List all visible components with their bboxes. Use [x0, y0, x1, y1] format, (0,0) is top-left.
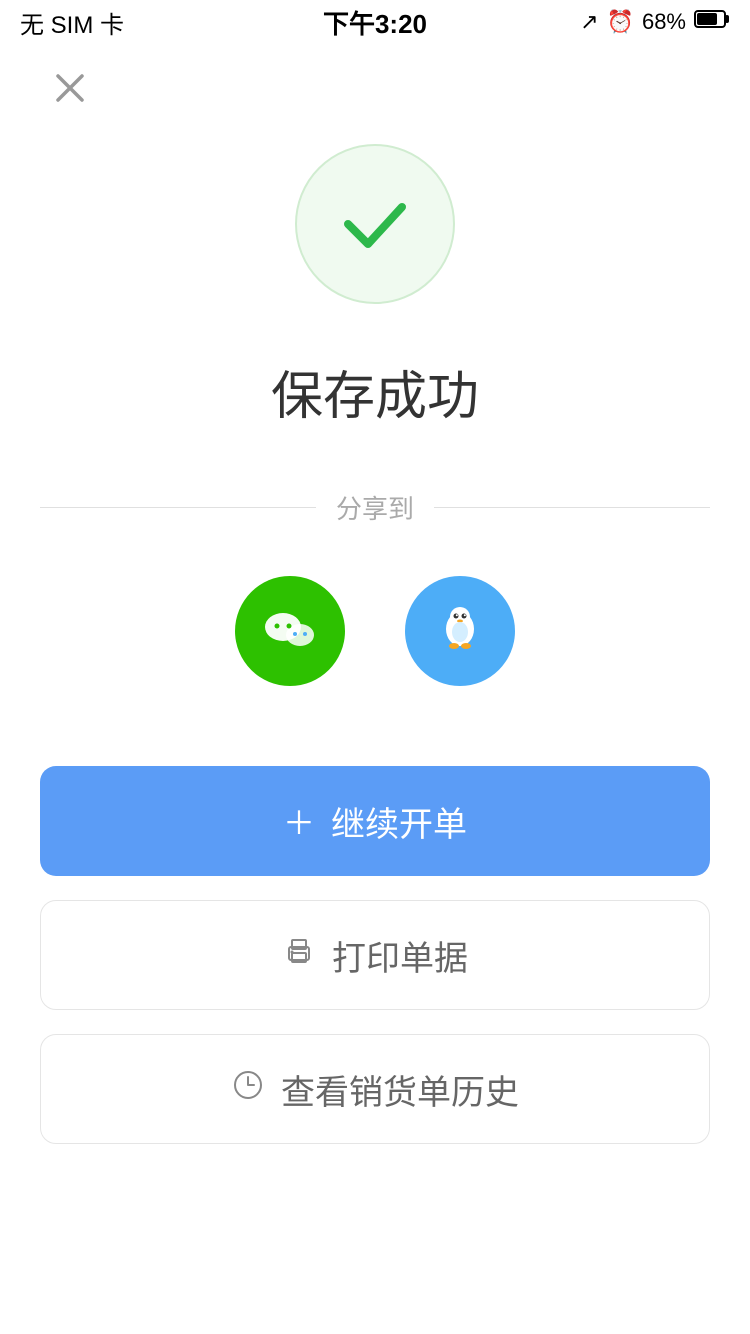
divider-left [40, 507, 316, 508]
continue-order-button[interactable]: ＋ 继续开单 [40, 766, 710, 876]
carrier-text: 无 SIM 卡 [20, 5, 124, 40]
share-divider: 分享到 [40, 489, 710, 526]
success-icon-circle [295, 144, 455, 304]
history-label: 查看销货单历史 [281, 1065, 519, 1114]
clock-icon [231, 1068, 265, 1110]
location-icon: ↗ [580, 9, 598, 35]
status-left: 无 SIM 卡 [20, 5, 132, 40]
share-icons-container [40, 576, 710, 686]
battery-text: 68% [642, 9, 686, 35]
wechat-share-button[interactable] [235, 576, 345, 686]
share-label: 分享到 [336, 489, 414, 526]
actions-container: ＋ 继续开单 打印单据 查看销货单历史 [0, 726, 750, 1144]
status-bar: 无 SIM 卡 下午3:20 ↗ ⏰ 68% [0, 0, 750, 44]
qq-icon [428, 599, 492, 663]
print-icon [282, 934, 316, 976]
main-content: 保存成功 分享到 [0, 44, 750, 1144]
alarm-icon: ⏰ [607, 9, 634, 35]
divider-right [434, 507, 710, 508]
success-title: 保存成功 [271, 354, 479, 429]
time-display: 下午3:20 [323, 4, 427, 41]
close-button[interactable] [40, 58, 100, 118]
share-section: 分享到 [0, 489, 750, 686]
wechat-icon [258, 599, 322, 663]
status-right: ↗ ⏰ 68% [580, 9, 730, 35]
continue-order-label: 继续开单 [331, 797, 467, 846]
battery-icon [694, 9, 730, 35]
checkmark-icon [330, 179, 420, 269]
qq-share-button[interactable] [405, 576, 515, 686]
view-history-button[interactable]: 查看销货单历史 [40, 1034, 710, 1144]
print-label: 打印单据 [332, 931, 468, 980]
print-button[interactable]: 打印单据 [40, 900, 710, 1010]
plus-icon: ＋ [283, 798, 315, 844]
